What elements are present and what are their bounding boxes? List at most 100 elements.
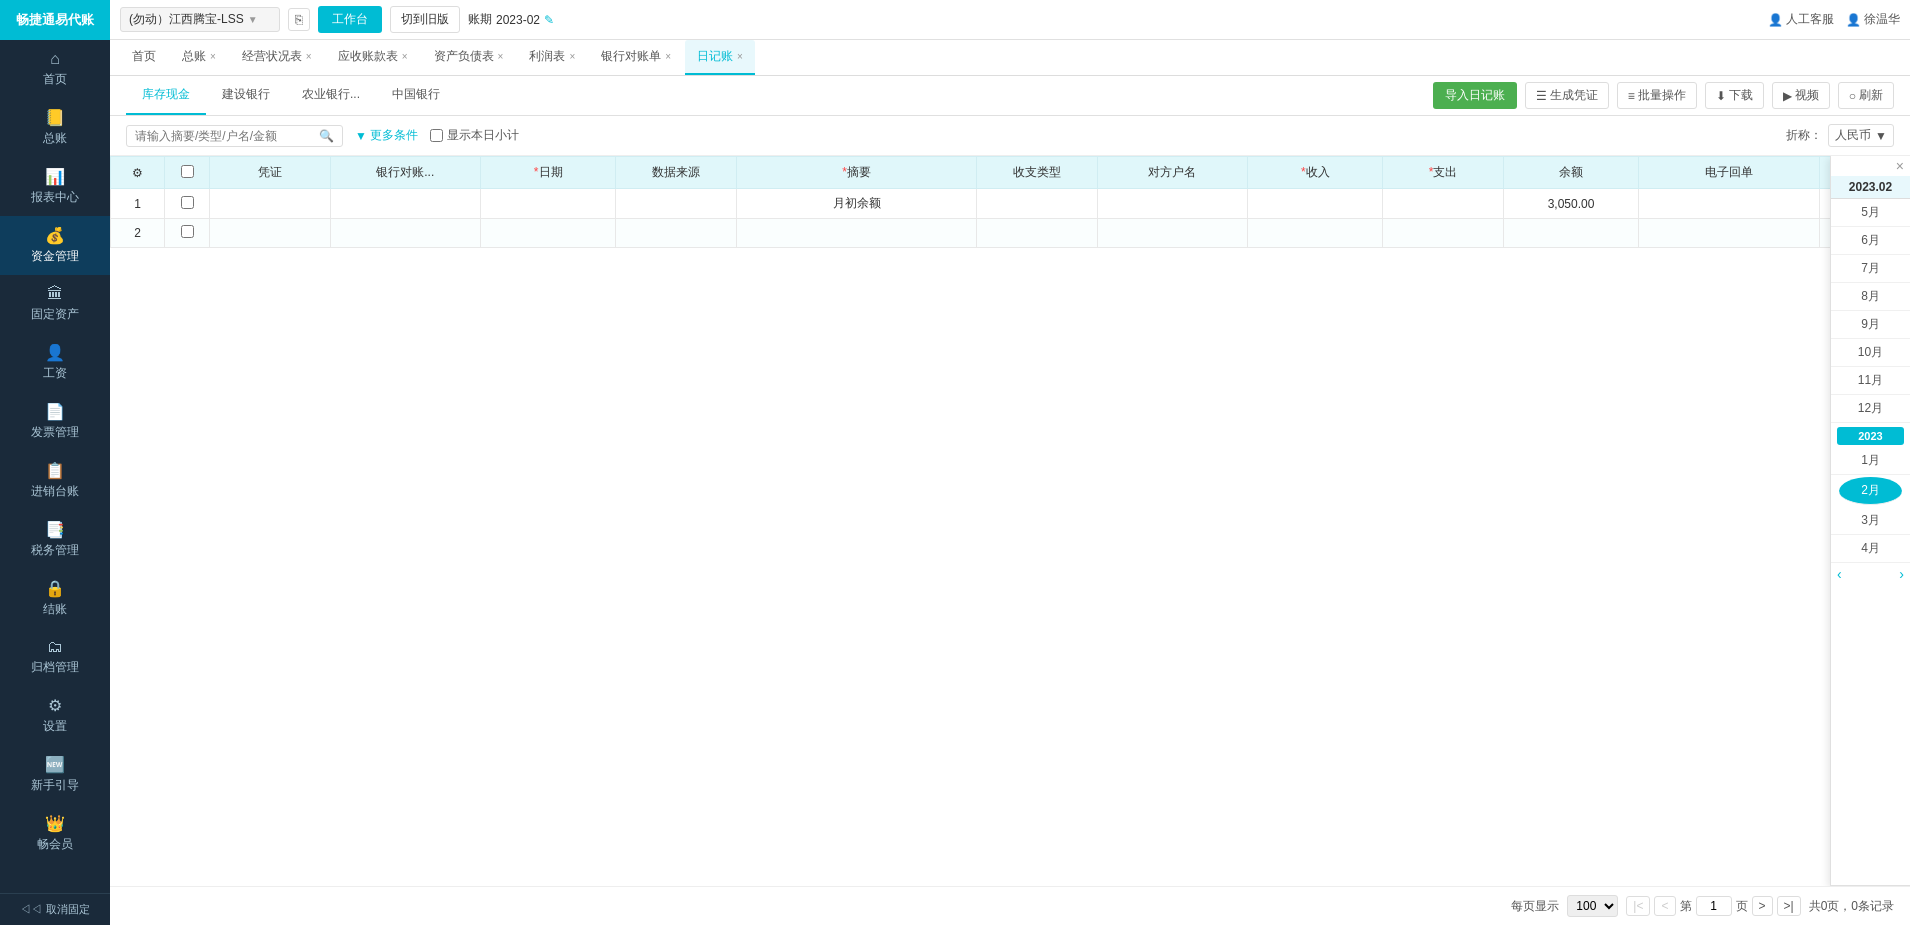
sidebar-item-fixed[interactable]: 🏛 固定资产 xyxy=(0,275,110,333)
workbench-button[interactable]: 工作台 xyxy=(318,6,382,33)
tab-bizstatus-close[interactable]: × xyxy=(306,51,312,62)
sidebar-item-tax[interactable]: 📑 税务管理 xyxy=(0,510,110,569)
per-page-select[interactable]: 100 50 200 xyxy=(1567,895,1618,917)
tab-home[interactable]: 首页 xyxy=(120,40,168,75)
period-edit-icon[interactable]: ✎ xyxy=(544,13,554,27)
cell-counterpart xyxy=(1097,189,1247,219)
cell-rownum: 1 xyxy=(111,189,165,219)
tab-receivable-close[interactable]: × xyxy=(402,51,408,62)
page-nav: |< < 第 页 > >| xyxy=(1626,896,1800,916)
sidebar-item-ledger[interactable]: 📒 总账 xyxy=(0,98,110,157)
cell-date xyxy=(481,189,616,219)
sidebar-item-member[interactable]: 👑 畅会员 xyxy=(0,804,110,863)
batch-op-icon: ≡ xyxy=(1628,89,1635,103)
sidebar-item-label: 首页 xyxy=(43,71,67,88)
sidebar-item-label: 固定资产 xyxy=(31,306,79,323)
import-journal-button[interactable]: 导入日记账 xyxy=(1433,82,1517,109)
select-all-checkbox[interactable] xyxy=(181,165,194,178)
salespurchase-icon: 📋 xyxy=(45,461,65,480)
panel-month-7[interactable]: 7月 xyxy=(1831,255,1910,283)
page-of-label: 页 xyxy=(1736,898,1748,915)
tab-assets[interactable]: 资产负债表 × xyxy=(422,40,516,75)
topbar: (勿动）江西腾宝-LSS ▼ ⎘ 工作台 切到旧版 账期 2023-02 ✎ 👤… xyxy=(110,0,1910,40)
panel-close-button[interactable]: × xyxy=(1831,156,1910,176)
cell-check[interactable] xyxy=(165,189,210,219)
sidebar-item-label: 归档管理 xyxy=(31,659,79,676)
cell-type xyxy=(977,219,1097,248)
company-name: (勿动）江西腾宝-LSS xyxy=(129,11,244,28)
refresh-icon: ○ xyxy=(1849,89,1856,103)
bank-tab-cash[interactable]: 库存现金 xyxy=(126,76,206,115)
batch-op-button[interactable]: ≡ 批量操作 xyxy=(1617,82,1697,109)
refresh-button[interactable]: ○ 刷新 xyxy=(1838,82,1894,109)
panel-month-1[interactable]: 1月 xyxy=(1831,447,1910,475)
show-daily-toggle[interactable]: 显示本日小计 xyxy=(430,127,519,144)
sidebar-item-salespurchase[interactable]: 📋 进销台账 xyxy=(0,451,110,510)
panel-month-4[interactable]: 4月 xyxy=(1831,535,1910,563)
service-button[interactable]: 👤 人工客服 xyxy=(1768,11,1834,28)
col-header-check[interactable] xyxy=(165,157,210,189)
sidebar-item-closing[interactable]: 🔒 结账 xyxy=(0,569,110,628)
bank-tab-construction[interactable]: 建设银行 xyxy=(206,76,286,115)
sidebar-item-archive[interactable]: 🗂 归档管理 xyxy=(0,628,110,686)
sidebar-item-home[interactable]: ⌂ 首页 xyxy=(0,40,110,98)
date-picker-panel: × 2023.02 5月 6月 7月 8月 9月 10月 11月 12月 202… xyxy=(1830,156,1910,886)
page-first-button[interactable]: |< xyxy=(1626,896,1650,916)
tab-assets-close[interactable]: × xyxy=(498,51,504,62)
tab-ledger[interactable]: 总账 × xyxy=(170,40,228,75)
sidebar-item-invoice[interactable]: 📄 发票管理 xyxy=(0,392,110,451)
journal-table-wrap: ⚙ 凭证 银行对账... *日期 数据来源 *摘要 收支类型 对方户名 *收入 … xyxy=(110,156,1910,886)
panel-prev-button[interactable]: ‹ xyxy=(1837,566,1842,582)
download-button[interactable]: ⬇ 下载 xyxy=(1705,82,1764,109)
panel-month-2-active[interactable]: 2月 xyxy=(1839,477,1902,505)
tab-receivable[interactable]: 应收账款表 × xyxy=(326,40,420,75)
user-menu[interactable]: 👤 徐温华 xyxy=(1846,11,1900,28)
tab-journal[interactable]: 日记账 × xyxy=(685,40,755,75)
tab-journal-close[interactable]: × xyxy=(737,51,743,62)
page-last-button[interactable]: >| xyxy=(1777,896,1801,916)
bank-tab-china[interactable]: 中国银行 xyxy=(376,76,456,115)
company-selector[interactable]: (勿动）江西腾宝-LSS ▼ xyxy=(120,7,280,32)
panel-month-6[interactable]: 6月 xyxy=(1831,227,1910,255)
sidebar-item-reports[interactable]: 📊 报表中心 xyxy=(0,157,110,216)
panel-next-button[interactable]: › xyxy=(1899,566,1904,582)
panel-month-9[interactable]: 9月 xyxy=(1831,311,1910,339)
bank-tab-agriculture[interactable]: 农业银行... xyxy=(286,76,376,115)
page-input[interactable] xyxy=(1696,896,1732,916)
sidebar-item-guide[interactable]: 🆕 新手引导 xyxy=(0,745,110,804)
pin-toggle[interactable]: ◁◁ 取消固定 xyxy=(0,893,110,925)
panel-month-11[interactable]: 11月 xyxy=(1831,367,1910,395)
tab-ledger-label: 总账 xyxy=(182,48,206,65)
sidebar-item-cashier[interactable]: 💰 资金管理 xyxy=(0,216,110,275)
old-version-button[interactable]: 切到旧版 xyxy=(390,6,460,33)
tab-bizstatus[interactable]: 经营状况表 × xyxy=(230,40,324,75)
tab-home-label: 首页 xyxy=(132,48,156,65)
gen-voucher-button[interactable]: ☰ 生成凭证 xyxy=(1525,82,1609,109)
show-daily-checkbox[interactable] xyxy=(430,129,443,142)
tab-bankrec[interactable]: 银行对账单 × xyxy=(589,40,683,75)
video-button[interactable]: ▶ 视频 xyxy=(1772,82,1830,109)
cell-summary xyxy=(736,219,977,248)
currency-switch[interactable]: 人民币 ▼ xyxy=(1828,124,1894,147)
page-prev-button[interactable]: < xyxy=(1654,896,1675,916)
panel-month-3[interactable]: 3月 xyxy=(1831,507,1910,535)
copy-button[interactable]: ⎘ xyxy=(288,8,310,31)
tab-journal-label: 日记账 xyxy=(697,48,733,65)
more-conditions-button[interactable]: ▼ 更多条件 xyxy=(355,127,418,144)
sidebar-item-settings[interactable]: ⚙ 设置 xyxy=(0,686,110,745)
tab-ledger-close[interactable]: × xyxy=(210,51,216,62)
cell-check[interactable] xyxy=(165,219,210,248)
panel-month-12[interactable]: 12月 xyxy=(1831,395,1910,423)
sidebar-item-wage[interactable]: 👤 工资 xyxy=(0,333,110,392)
search-input[interactable] xyxy=(135,129,315,143)
tab-profit[interactable]: 利润表 × xyxy=(517,40,587,75)
panel-month-10[interactable]: 10月 xyxy=(1831,339,1910,367)
tab-bankrec-close[interactable]: × xyxy=(665,51,671,62)
settings-icon: ⚙ xyxy=(48,696,62,715)
search-icon[interactable]: 🔍 xyxy=(319,129,334,143)
tab-profit-close[interactable]: × xyxy=(569,51,575,62)
panel-month-5[interactable]: 5月 xyxy=(1831,199,1910,227)
col-header-settings[interactable]: ⚙ xyxy=(111,157,165,189)
page-next-button[interactable]: > xyxy=(1752,896,1773,916)
panel-month-8[interactable]: 8月 xyxy=(1831,283,1910,311)
